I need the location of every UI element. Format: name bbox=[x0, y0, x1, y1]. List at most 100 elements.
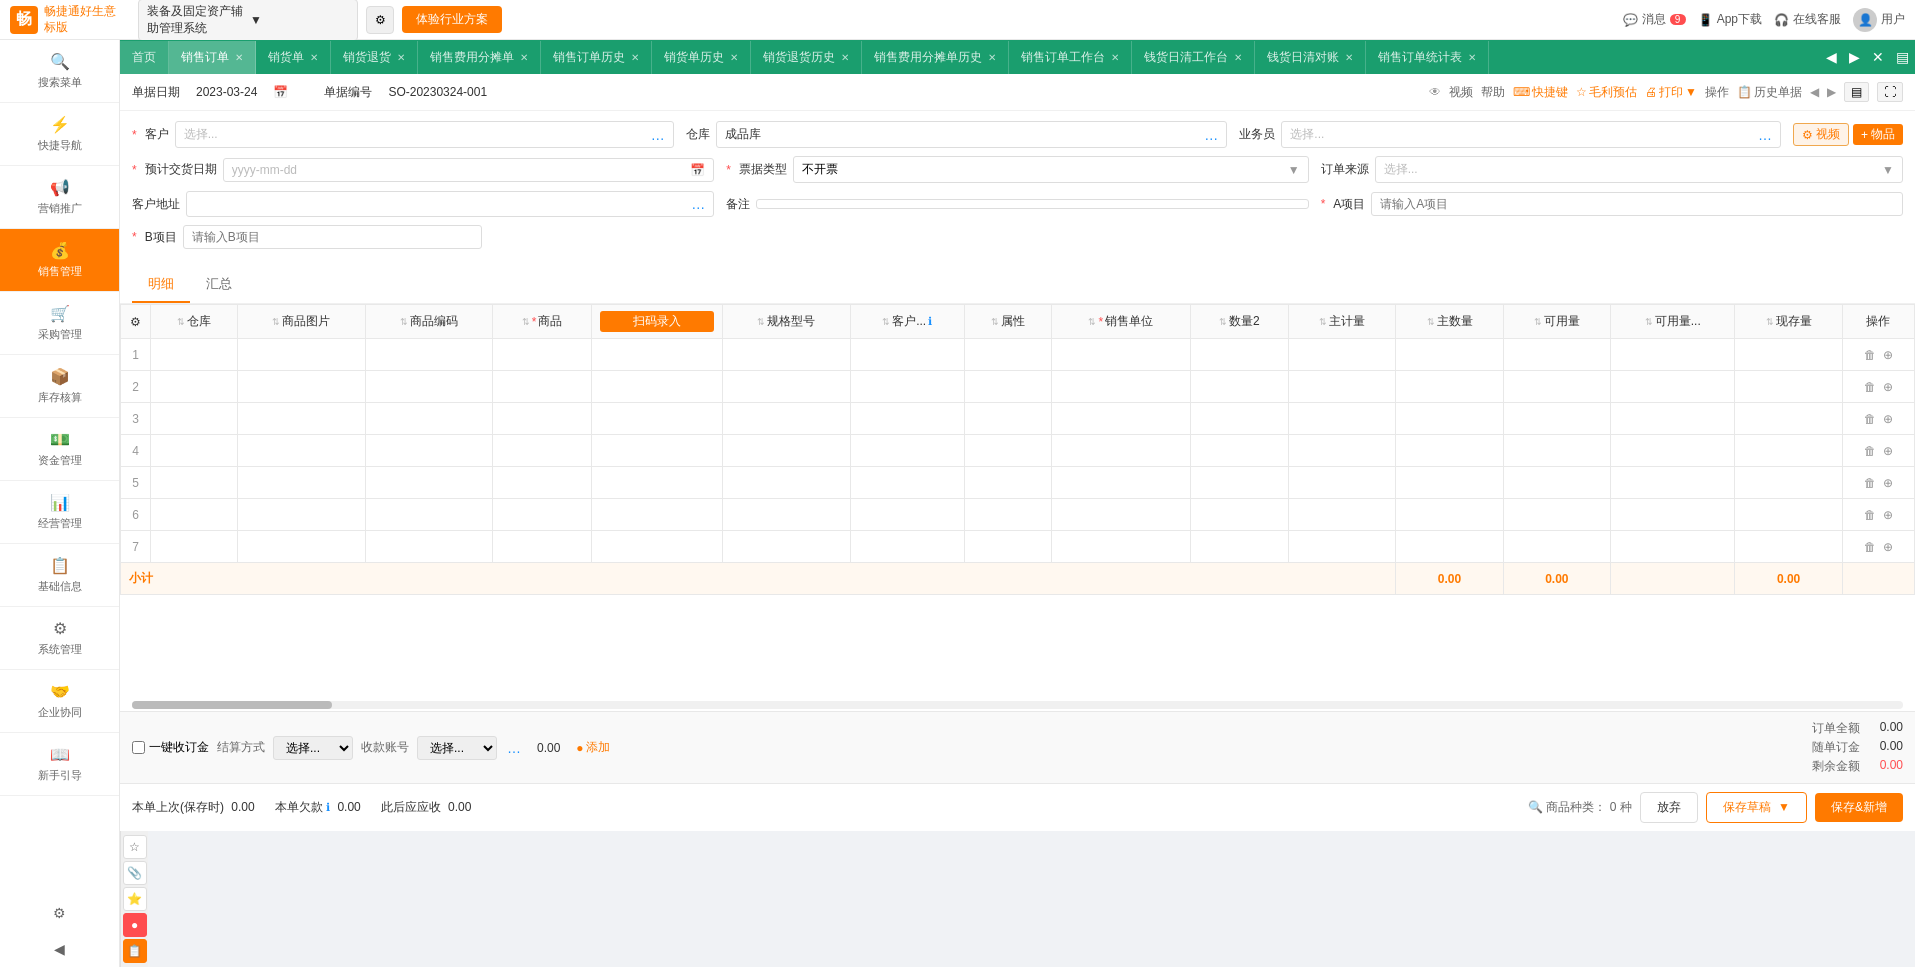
message-btn[interactable]: 💬 消息 9 bbox=[1623, 11, 1686, 28]
address-dots-btn[interactable]: … bbox=[691, 196, 705, 212]
right-panel-star[interactable]: ☆ bbox=[123, 835, 147, 859]
user-menu[interactable]: 👤 用户 bbox=[1853, 8, 1905, 32]
tab-next-btn[interactable]: ▶ bbox=[1843, 49, 1866, 65]
sidebar-item-inventory[interactable]: 📦 库存核算 bbox=[0, 355, 119, 418]
tab-return-history[interactable]: 销货退货历史 ✕ bbox=[751, 41, 862, 74]
account-select[interactable]: 选择... bbox=[417, 736, 497, 760]
tab-close-10[interactable]: ✕ bbox=[1234, 52, 1242, 63]
tab-close-3[interactable]: ✕ bbox=[397, 52, 405, 63]
sidebar-item-search[interactable]: 🔍 搜索菜单 bbox=[0, 40, 119, 103]
row-delete-btn[interactable]: 🗑 bbox=[1864, 444, 1876, 458]
prev-record-btn[interactable]: ◀ bbox=[1810, 85, 1819, 99]
add-goods-btn[interactable]: + 物品 bbox=[1853, 124, 1903, 145]
tab-close-all-btn[interactable]: ✕ bbox=[1866, 49, 1890, 65]
fullscreen-btn[interactable]: ⛶ bbox=[1877, 82, 1903, 102]
customer-dots-btn[interactable]: … bbox=[651, 127, 665, 143]
tab-close-11[interactable]: ✕ bbox=[1345, 52, 1353, 63]
sidebar-item-sales[interactable]: 💰 销售管理 bbox=[0, 229, 119, 292]
sidebar-settings-btn[interactable]: ⚙ bbox=[0, 895, 119, 931]
a-project-input[interactable] bbox=[1371, 192, 1903, 216]
scan-header-btn[interactable]: 扫码录入 bbox=[600, 311, 714, 332]
save-draft-btn[interactable]: 保存草稿 ▼ bbox=[1706, 792, 1807, 823]
settlement-select[interactable]: 选择... bbox=[273, 736, 353, 760]
row-delete-btn[interactable]: 🗑 bbox=[1864, 380, 1876, 394]
print-btn[interactable]: 🖨 打印 ▼ bbox=[1645, 84, 1697, 101]
sidebar-item-system[interactable]: ⚙ 系统管理 bbox=[0, 607, 119, 670]
sidebar-item-quicknav[interactable]: ⚡ 快捷导航 bbox=[0, 103, 119, 166]
sidebar-item-marketing[interactable]: 📢 营销推广 bbox=[0, 166, 119, 229]
system-selector[interactable]: 装备及固定资产辅助管理系统 ▼ bbox=[138, 0, 358, 41]
tab-close-sales-order[interactable]: ✕ bbox=[235, 52, 243, 63]
shortcut-btn[interactable]: ⌨ 快捷键 bbox=[1513, 84, 1568, 101]
tab-close-7[interactable]: ✕ bbox=[841, 52, 849, 63]
th-settings[interactable]: ⚙ bbox=[121, 305, 151, 339]
tab-menu-btn[interactable]: ▤ bbox=[1890, 49, 1915, 65]
tab-close-6[interactable]: ✕ bbox=[730, 52, 738, 63]
tab-sales-expense[interactable]: 销售费用分摊单 ✕ bbox=[418, 41, 541, 74]
sidebar-item-operations[interactable]: 📊 经营管理 bbox=[0, 481, 119, 544]
tab-close-12[interactable]: ✕ bbox=[1468, 52, 1476, 63]
add-row-btn[interactable]: ● 添加 bbox=[576, 739, 609, 756]
row-copy-btn[interactable]: ⊕ bbox=[1883, 348, 1893, 362]
app-download-btn[interactable]: 📱 App下载 bbox=[1698, 11, 1762, 28]
operate-btn[interactable]: 操作 bbox=[1705, 84, 1729, 101]
sidebar-item-purchase[interactable]: 🛒 采购管理 bbox=[0, 292, 119, 355]
history-btn[interactable]: 📋 历史单据 bbox=[1737, 84, 1802, 101]
staff-dots-btn[interactable]: … bbox=[1758, 127, 1772, 143]
right-panel-clip[interactable]: 📎 bbox=[123, 861, 147, 885]
tab-sales-order[interactable]: 销售订单 ✕ bbox=[169, 41, 256, 74]
warehouse-dots-btn[interactable]: … bbox=[1204, 127, 1218, 143]
tab-sales-return[interactable]: 销货退货 ✕ bbox=[331, 41, 418, 74]
staff-input[interactable]: 选择... bbox=[1290, 126, 1756, 143]
tab-detail[interactable]: 明细 bbox=[132, 267, 190, 303]
right-panel-doc[interactable]: 📋 bbox=[123, 939, 147, 963]
col-setting-btn[interactable]: ⚙ 视频 bbox=[1793, 123, 1849, 146]
online-service-btn[interactable]: 🎧 在线客服 bbox=[1774, 11, 1841, 28]
account-dots-btn[interactable]: … bbox=[507, 740, 521, 756]
row-copy-btn[interactable]: ⊕ bbox=[1883, 508, 1893, 522]
tab-sales-stats[interactable]: 销售订单统计表 ✕ bbox=[1366, 41, 1489, 74]
settings-icon[interactable]: ⚙ bbox=[366, 6, 394, 34]
right-panel-fav[interactable]: ⭐ bbox=[123, 887, 147, 911]
industry-btn[interactable]: 体验行业方案 bbox=[402, 6, 502, 33]
row-copy-btn[interactable]: ⊕ bbox=[1883, 380, 1893, 394]
row-copy-btn[interactable]: ⊕ bbox=[1883, 476, 1893, 490]
delivery-date-icon[interactable]: 📅 bbox=[690, 163, 705, 177]
tab-close-9[interactable]: ✕ bbox=[1111, 52, 1119, 63]
customer-input[interactable]: 选择... bbox=[184, 126, 649, 143]
calendar-icon[interactable]: 📅 bbox=[273, 85, 288, 99]
row-copy-btn[interactable]: ⊕ bbox=[1883, 540, 1893, 554]
help-btn[interactable]: 帮助 bbox=[1481, 84, 1505, 101]
view-btn[interactable]: 视频 bbox=[1449, 84, 1473, 101]
delivery-date-input[interactable]: yyyy-mm-dd bbox=[232, 163, 691, 177]
row-delete-btn[interactable]: 🗑 bbox=[1864, 508, 1876, 522]
chevron-down-icon[interactable]: ▼ bbox=[1778, 800, 1790, 814]
tab-sales-history[interactable]: 销售订单历史 ✕ bbox=[541, 41, 652, 74]
col-settings-icon[interactable]: ⚙ bbox=[130, 315, 141, 329]
tab-cash-workbench[interactable]: 钱货日清工作台 ✕ bbox=[1132, 41, 1255, 74]
row-delete-btn[interactable]: 🗑 bbox=[1864, 540, 1876, 554]
b-project-input[interactable] bbox=[183, 225, 482, 249]
tab-expense-history[interactable]: 销售费用分摊单历史 ✕ bbox=[862, 41, 1009, 74]
tab-invoice-history[interactable]: 销货单历史 ✕ bbox=[652, 41, 751, 74]
next-record-btn[interactable]: ▶ bbox=[1827, 85, 1836, 99]
row-delete-btn[interactable]: 🗑 bbox=[1864, 412, 1876, 426]
tab-summary[interactable]: 汇总 bbox=[190, 267, 248, 303]
sidebar-item-finance[interactable]: 💵 资金管理 bbox=[0, 418, 119, 481]
ticket-type-select[interactable]: 不开票 ▼ bbox=[793, 156, 1309, 183]
sidebar-item-collab[interactable]: 🤝 企业协同 bbox=[0, 670, 119, 733]
tab-sales-invoice[interactable]: 销货单 ✕ bbox=[256, 41, 331, 74]
profit-btn[interactable]: ☆ 毛利预估 bbox=[1576, 84, 1637, 101]
sidebar-collapse-btn[interactable]: ◀ bbox=[0, 931, 119, 967]
tab-prev-btn[interactable]: ◀ bbox=[1820, 49, 1843, 65]
table-scrollbar[interactable] bbox=[132, 701, 1903, 709]
quick-checkout-checkbox[interactable]: 一键收订金 bbox=[132, 739, 209, 756]
row-delete-btn[interactable]: 🗑 bbox=[1864, 348, 1876, 362]
tab-close-5[interactable]: ✕ bbox=[631, 52, 639, 63]
tab-home[interactable]: 首页 bbox=[120, 41, 169, 74]
tab-workbench[interactable]: 销售订单工作台 ✕ bbox=[1009, 41, 1132, 74]
order-source-select[interactable]: 选择... ▼ bbox=[1375, 156, 1903, 183]
sidebar-item-basics[interactable]: 📋 基础信息 bbox=[0, 544, 119, 607]
sidebar-item-guide[interactable]: 📖 新手引导 bbox=[0, 733, 119, 796]
row-copy-btn[interactable]: ⊕ bbox=[1883, 412, 1893, 426]
